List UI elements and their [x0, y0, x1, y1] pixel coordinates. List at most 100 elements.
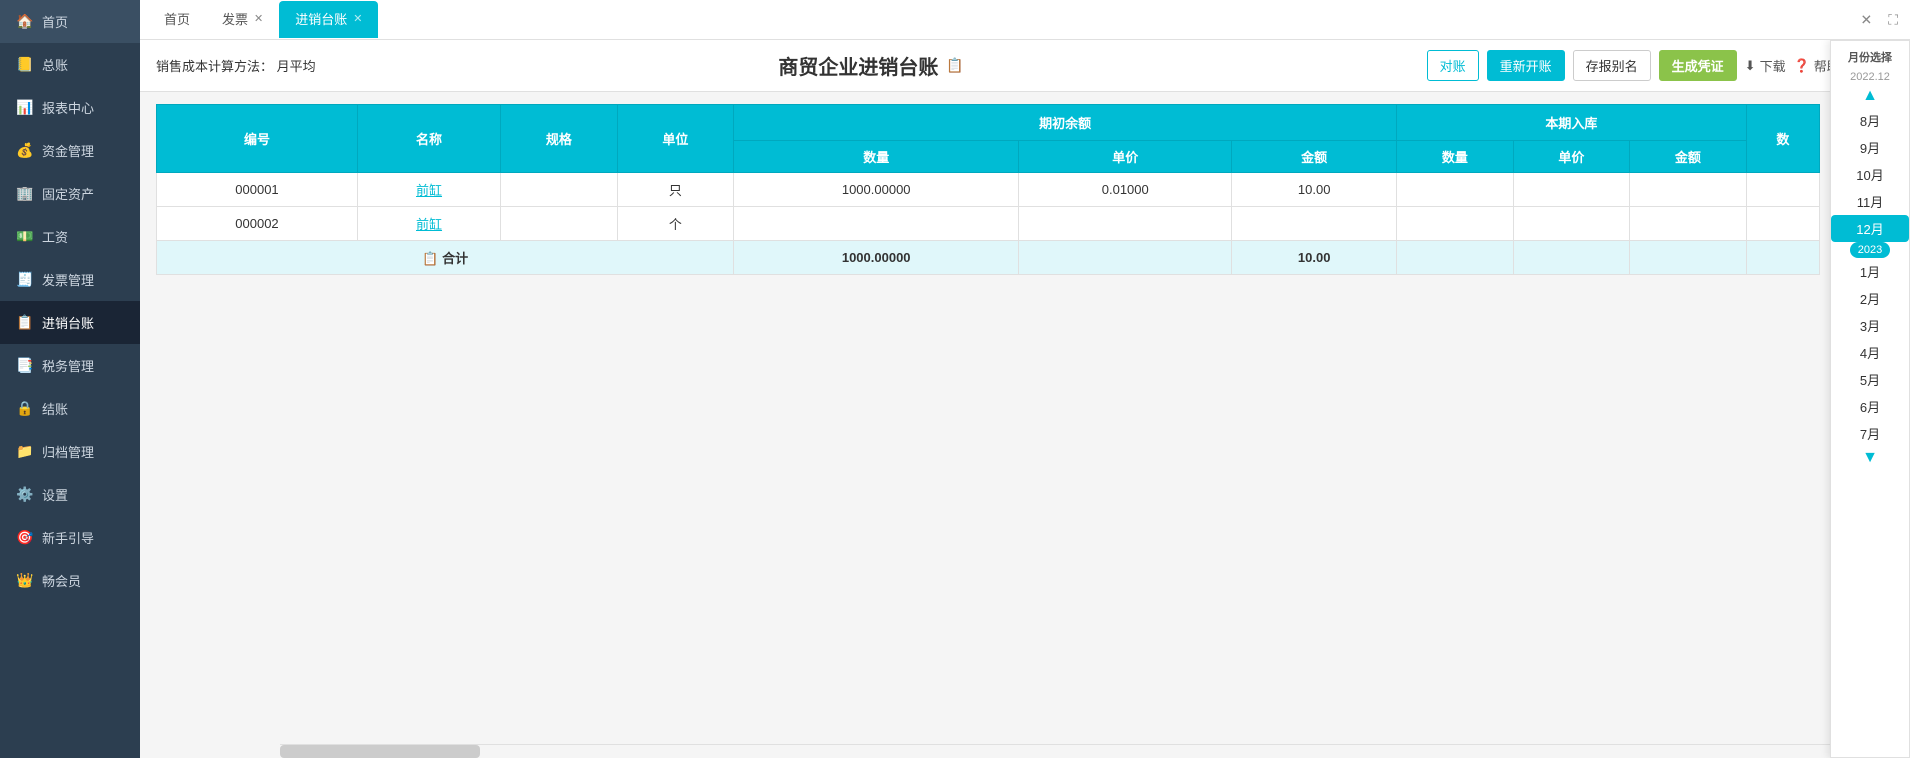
- month-11[interactable]: 11月: [1831, 188, 1909, 215]
- month-7[interactable]: 7月: [1831, 420, 1909, 447]
- generate-button[interactable]: 生成凭证: [1659, 50, 1737, 81]
- cell-spec: [501, 207, 618, 241]
- home-icon: 🏠: [16, 13, 34, 31]
- tab-purchase-sales-close[interactable]: ✕: [353, 12, 362, 25]
- cell-opening-price: 0.01000: [1019, 173, 1232, 207]
- cell-more: [1746, 173, 1819, 207]
- tab-purchase-sales[interactable]: 进销台账 ✕: [279, 1, 378, 38]
- sidebar-item-payroll[interactable]: 💵 工资: [0, 215, 140, 258]
- maximize-window-button[interactable]: ⛶: [1884, 9, 1902, 30]
- total-purchase-qty: [1397, 241, 1514, 275]
- sidebar-item-member[interactable]: 👑 畅会员: [0, 559, 140, 602]
- month-nav-down[interactable]: ▼: [1862, 447, 1878, 469]
- sidebar-item-label: 资金管理: [42, 141, 94, 160]
- tax-icon: 📑: [16, 357, 34, 375]
- sidebar-item-funds[interactable]: 💰 资金管理: [0, 129, 140, 172]
- col-opening-qty: 数量: [734, 141, 1019, 173]
- window-controls: ✕ ⛶: [1856, 9, 1902, 30]
- cell-opening-price: [1019, 207, 1232, 241]
- sidebar-item-reports[interactable]: 📊 报表中心: [0, 86, 140, 129]
- help-icon: ❓: [1794, 58, 1810, 74]
- col-name: 名称: [357, 105, 500, 173]
- sidebar-item-invoices[interactable]: 🧾 发票管理: [0, 258, 140, 301]
- archive-icon: 📁: [16, 443, 34, 461]
- reopen-button[interactable]: 重新开账: [1487, 50, 1565, 81]
- cell-unit: 只: [617, 173, 734, 207]
- month-8[interactable]: 8月: [1831, 107, 1909, 134]
- tab-invoice-label: 发票: [222, 9, 248, 28]
- funds-icon: 💰: [16, 142, 34, 160]
- total-more: [1746, 241, 1819, 275]
- month-5[interactable]: 5月: [1831, 366, 1909, 393]
- sidebar-item-guide[interactable]: 🎯 新手引导: [0, 516, 140, 559]
- month-nav-up[interactable]: ▲: [1862, 85, 1878, 107]
- sidebar-item-home[interactable]: 🏠 首页: [0, 0, 140, 43]
- close-window-button[interactable]: ✕: [1856, 9, 1876, 30]
- col-spec: 规格: [501, 105, 618, 173]
- table-container: 编号 名称 规格 单位 期初余额 本期入库 数 数量 单价 金额 数量 单价: [140, 92, 1910, 758]
- month-9[interactable]: 9月: [1831, 134, 1909, 161]
- tab-invoice[interactable]: 发票 ✕: [206, 1, 279, 38]
- toolbar: 对账 重新开账 存报别名 生成凭证 ⬇ 下载 ❓ 帮助 🔄 刷新: [1427, 50, 1894, 81]
- sidebar-item-tax[interactable]: 📑 税务管理: [0, 344, 140, 387]
- col-purchase-amount: 金额: [1630, 141, 1747, 173]
- sidebar-item-label: 畅会员: [42, 571, 81, 590]
- assets-icon: 🏢: [16, 185, 34, 203]
- scrollbar-thumb[interactable]: [280, 745, 480, 758]
- month-1[interactable]: 1月: [1831, 258, 1909, 285]
- total-row: 📋合计 1000.00000 10.00: [157, 241, 1820, 275]
- month-10[interactable]: 10月: [1831, 161, 1909, 188]
- tab-home-label: 首页: [164, 9, 190, 28]
- download-button[interactable]: ⬇ 下载: [1745, 56, 1786, 75]
- year-2023-label: 2023: [1850, 242, 1890, 258]
- page-title-section: 商贸企业进销台账 📋: [778, 51, 963, 80]
- col-purchase-qty: 数量: [1397, 141, 1514, 173]
- sidebar-item-label: 报表中心: [42, 98, 94, 117]
- payroll-icon: 💵: [16, 228, 34, 246]
- tab-invoice-close[interactable]: ✕: [254, 12, 263, 25]
- cell-purchase-price: [1513, 207, 1630, 241]
- main-content: 首页 发票 ✕ 进销台账 ✕ ✕ ⛶ 销售成本计算方法： 月平均 商贸企业进销台…: [140, 0, 1910, 758]
- sidebar-item-settings[interactable]: ⚙️ 设置: [0, 473, 140, 516]
- cell-number: 000002: [157, 207, 358, 241]
- sidebar-item-label: 首页: [42, 12, 68, 31]
- total-purchase-price: [1513, 241, 1630, 275]
- table-header-top: 编号 名称 规格 单位 期初余额 本期入库 数: [157, 105, 1820, 141]
- month-3[interactable]: 3月: [1831, 312, 1909, 339]
- col-opening-price: 单价: [1019, 141, 1232, 173]
- sidebar-item-assets[interactable]: 🏢 固定资产: [0, 172, 140, 215]
- col-purchase-price: 单价: [1513, 141, 1630, 173]
- month-12[interactable]: 12月: [1831, 215, 1909, 242]
- download-icon: ⬇: [1745, 58, 1756, 74]
- purchase-sales-table: 编号 名称 规格 单位 期初余额 本期入库 数 数量 单价 金额 数量 单价: [156, 104, 1820, 275]
- tab-home[interactable]: 首页: [148, 1, 206, 38]
- sidebar-item-label: 总账: [42, 55, 68, 74]
- sidebar-item-label: 归档管理: [42, 442, 94, 461]
- sidebar-item-purchase-sales[interactable]: 📋 进销台账: [0, 301, 140, 344]
- col-number: 编号: [157, 105, 358, 173]
- col-more: 数: [1746, 105, 1819, 173]
- month-2[interactable]: 2月: [1831, 285, 1909, 312]
- month-6[interactable]: 6月: [1831, 393, 1909, 420]
- month-4[interactable]: 4月: [1831, 339, 1909, 366]
- reconcile-button[interactable]: 对账: [1427, 50, 1479, 81]
- sidebar-item-close[interactable]: 🔒 结账: [0, 387, 140, 430]
- cell-name: 前缸: [357, 207, 500, 241]
- edit-title-icon[interactable]: 📋: [946, 57, 963, 74]
- settings-icon: ⚙️: [16, 486, 34, 504]
- cell-purchase-amount: [1630, 173, 1747, 207]
- cell-number: 000001: [157, 173, 358, 207]
- sidebar-item-ledger[interactable]: 📒 总账: [0, 43, 140, 86]
- horizontal-scrollbar[interactable]: [280, 744, 1830, 758]
- sidebar-item-archive[interactable]: 📁 归档管理: [0, 430, 140, 473]
- close-book-icon: 🔒: [16, 400, 34, 418]
- ledger-icon: 📒: [16, 56, 34, 74]
- cell-unit: 个: [617, 207, 734, 241]
- tab-purchase-sales-label: 进销台账: [295, 9, 347, 28]
- save-as-button[interactable]: 存报别名: [1573, 50, 1651, 81]
- cell-opening-qty: 1000.00000: [734, 173, 1019, 207]
- year-2022-label: 2022.12: [1850, 69, 1890, 85]
- sidebar-item-label: 进销台账: [42, 313, 94, 332]
- sidebar-item-label: 结账: [42, 399, 68, 418]
- total-label: 📋合计: [157, 241, 734, 275]
